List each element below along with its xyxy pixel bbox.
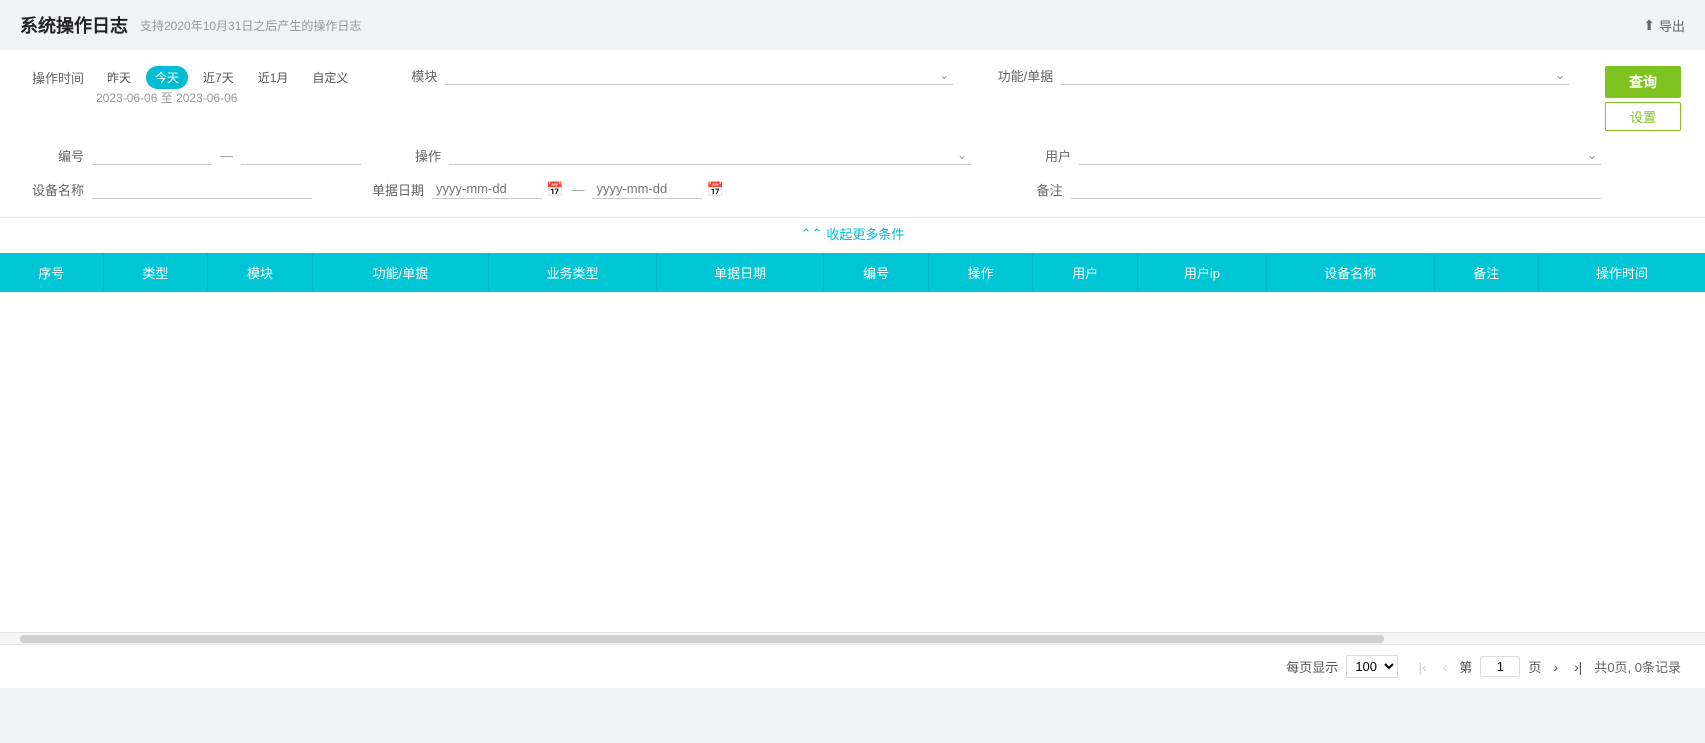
- page-size-label: 每页显示: [1286, 657, 1338, 676]
- table-header-cell: 模块: [208, 253, 312, 292]
- doc-date-range: 📅 — 📅: [432, 179, 724, 199]
- calendar-end-icon[interactable]: 📅: [706, 181, 723, 198]
- time-btn-yesterday[interactable]: 昨天: [98, 66, 140, 89]
- collapse-icon: ⌃⌃: [801, 226, 823, 242]
- calendar-start-icon[interactable]: 📅: [546, 181, 563, 198]
- doc-date-dash: —: [571, 182, 584, 197]
- scroll-bar-area[interactable]: [0, 632, 1705, 644]
- page-last-button[interactable]: ›|: [1570, 657, 1586, 677]
- export-icon: ⬆: [1643, 17, 1655, 34]
- table-header-cell: 类型: [103, 253, 207, 292]
- settings-button[interactable]: 设置: [1605, 102, 1681, 131]
- number-dash: —: [220, 148, 233, 163]
- module-chevron-icon: ⌄: [939, 68, 949, 82]
- page-input[interactable]: [1480, 656, 1520, 677]
- time-options: 昨天 今天 近7天 近1月 自定义: [98, 66, 357, 89]
- time-label: 操作时间: [24, 68, 84, 87]
- table-header-cell: 操作: [928, 253, 1032, 292]
- user-select[interactable]: ⌄: [1079, 146, 1601, 165]
- table-header-cell: 备注: [1434, 253, 1538, 292]
- module-label: 模块: [377, 66, 437, 85]
- time-range-text: 2023-06-06 至 2023-06-06: [96, 91, 237, 105]
- remark-label: 备注: [1003, 180, 1063, 199]
- table-header-cell: 用户ip: [1137, 253, 1266, 292]
- operation-chevron-icon: ⌄: [957, 148, 967, 162]
- time-btn-7days[interactable]: 近7天: [194, 66, 243, 89]
- operation-label: 操作: [381, 146, 441, 165]
- table-header-cell: 功能/单据: [312, 253, 488, 292]
- collapse-bar[interactable]: ⌃⌃ 收起更多条件: [0, 218, 1705, 253]
- collapse-label: 收起更多条件: [826, 224, 904, 243]
- total-info: 共0页, 0条记录: [1594, 657, 1681, 676]
- table-header-cell: 业务类型: [489, 253, 657, 292]
- action-buttons: 查询 设置: [1605, 66, 1681, 131]
- table-header-cell: 编号: [824, 253, 928, 292]
- doc-date-start[interactable]: [432, 179, 542, 199]
- remark-input[interactable]: [1071, 179, 1602, 199]
- module-select[interactable]: ⌄: [445, 66, 953, 85]
- feature-label: 功能/单据: [993, 66, 1053, 85]
- data-table: 序号类型模块功能/单据业务类型单据日期编号操作用户用户ip设备名称备注操作时间: [0, 253, 1705, 292]
- time-btn-1month[interactable]: 近1月: [249, 66, 298, 89]
- filter-area: 操作时间 昨天 今天 近7天 近1月 自定义 2023-06-06 至 2023…: [0, 50, 1705, 218]
- number-input-start[interactable]: [92, 145, 212, 165]
- page-end-label: 页: [1528, 657, 1541, 676]
- table-header-row: 序号类型模块功能/单据业务类型单据日期编号操作用户用户ip设备名称备注操作时间: [0, 253, 1705, 292]
- export-button[interactable]: ⬆ 导出: [1643, 16, 1685, 35]
- doc-date-label: 单据日期: [364, 180, 424, 199]
- user-chevron-icon: ⌄: [1587, 148, 1597, 162]
- feature-chevron-icon: ⌄: [1555, 68, 1565, 82]
- query-button[interactable]: 查询: [1605, 66, 1681, 98]
- page-size-select[interactable]: 100 50 200: [1346, 655, 1398, 678]
- operation-select[interactable]: ⌄: [449, 146, 971, 165]
- device-label: 设备名称: [24, 180, 84, 199]
- page-subtitle: 支持2020年10月31日之后产生的操作日志: [140, 17, 361, 34]
- empty-area: [0, 292, 1705, 632]
- number-label: 编号: [24, 146, 84, 165]
- table-header-cell: 序号: [0, 253, 103, 292]
- page-header: 系统操作日志 支持2020年10月31日之后产生的操作日志 ⬆ 导出: [0, 0, 1705, 50]
- pagination: 每页显示 100 50 200 |‹ ‹ 第 页 › ›| 共0页, 0条记录: [0, 644, 1705, 688]
- page-first-button[interactable]: |‹: [1414, 657, 1430, 677]
- table-header-cell: 单据日期: [656, 253, 824, 292]
- table-header-cell: 用户: [1033, 253, 1137, 292]
- user-label: 用户: [1011, 146, 1071, 165]
- number-input-end[interactable]: [241, 145, 361, 165]
- device-input[interactable]: [92, 179, 312, 199]
- page-label: 第: [1459, 657, 1472, 676]
- scroll-bar[interactable]: [20, 635, 1384, 643]
- time-btn-today[interactable]: 今天: [146, 66, 188, 89]
- page-title: 系统操作日志: [20, 12, 128, 38]
- time-btn-custom[interactable]: 自定义: [303, 66, 357, 89]
- page-prev-button[interactable]: ‹: [1439, 657, 1452, 677]
- export-label: 导出: [1659, 16, 1685, 35]
- feature-select[interactable]: ⌄: [1061, 66, 1569, 85]
- table-wrap: 序号类型模块功能/单据业务类型单据日期编号操作用户用户ip设备名称备注操作时间: [0, 253, 1705, 292]
- page-next-button[interactable]: ›: [1549, 657, 1562, 677]
- table-header-cell: 设备名称: [1266, 253, 1434, 292]
- doc-date-end[interactable]: [592, 179, 702, 199]
- table-header-cell: 操作时间: [1539, 253, 1705, 292]
